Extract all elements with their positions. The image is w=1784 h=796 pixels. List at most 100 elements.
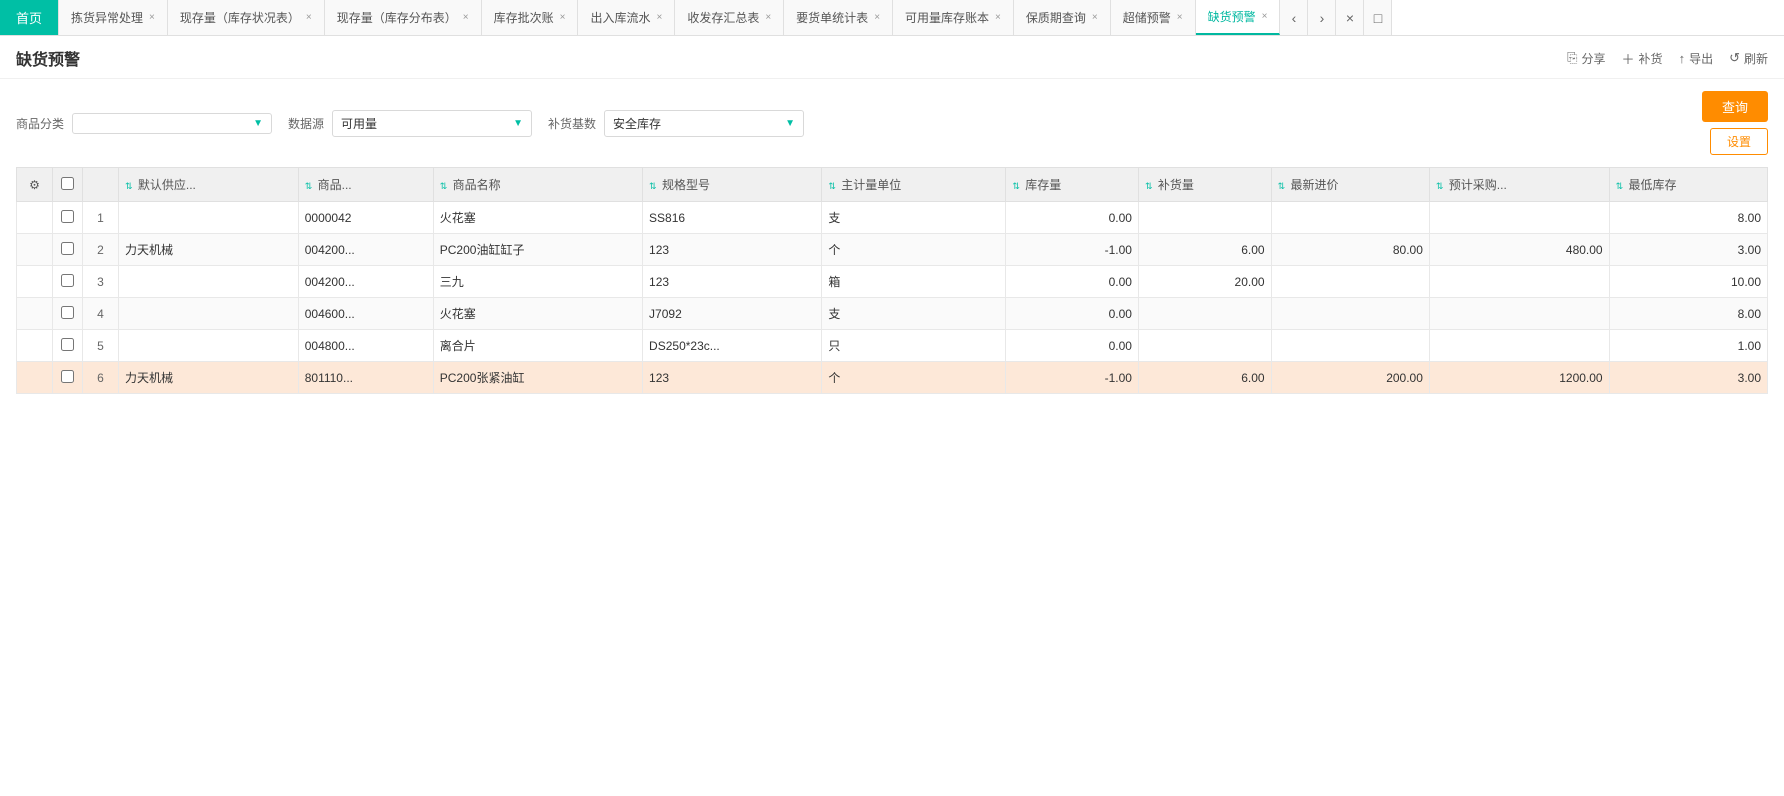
col-item-name[interactable]: ⇅ 商品名称 xyxy=(433,168,642,202)
tab-home[interactable]: 首页 xyxy=(0,0,59,35)
tab-inventory-dist-close[interactable]: × xyxy=(463,12,469,23)
row-checkbox-cell[interactable] xyxy=(53,266,83,298)
row-checkbox[interactable] xyxy=(61,306,74,319)
row-est-purchase xyxy=(1429,202,1609,234)
row-item-name: 三九 xyxy=(433,266,642,298)
tab-overstock-close[interactable]: × xyxy=(1177,12,1183,23)
row-item-code: 004600... xyxy=(298,298,433,330)
row-est-purchase: 1200.00 xyxy=(1429,362,1609,394)
settings-button[interactable]: 设置 xyxy=(1710,128,1768,155)
sort-icon-name: ⇅ xyxy=(440,181,448,191)
col-spec[interactable]: ⇅ 规格型号 xyxy=(643,168,822,202)
tab-inventory-dist[interactable]: 现存量（库存分布表） × xyxy=(325,0,482,35)
tab-inventory-status-close[interactable]: × xyxy=(306,12,312,23)
tab-inout-flow-close[interactable]: × xyxy=(656,12,662,23)
row-replenish-qty xyxy=(1138,330,1271,362)
tab-exception[interactable]: 拣货异常处理 × xyxy=(59,0,168,35)
row-checkbox[interactable] xyxy=(61,338,74,351)
datasource-field: 数据源 可用量 ▼ xyxy=(288,110,532,137)
tab-demand-stats[interactable]: 要货单统计表 × xyxy=(784,0,893,35)
row-est-purchase xyxy=(1429,330,1609,362)
replenish-base-dropdown-icon: ▼ xyxy=(785,118,795,129)
tab-exception-close[interactable]: × xyxy=(149,12,155,23)
tab-scroll-right[interactable]: › xyxy=(1308,0,1336,35)
row-checkbox[interactable] xyxy=(61,274,74,287)
row-item-name: PC200油缸缸子 xyxy=(433,234,642,266)
sort-icon-price: ⇅ xyxy=(1278,181,1286,191)
row-replenish-qty: 6.00 xyxy=(1138,362,1271,394)
row-unit: 箱 xyxy=(822,266,1006,298)
tab-inout-flow-label: 出入库流水 xyxy=(590,9,650,26)
row-checkbox-cell[interactable] xyxy=(53,362,83,394)
export-label: 导出 xyxy=(1689,50,1713,67)
datasource-select[interactable]: 可用量 ▼ xyxy=(332,110,532,137)
col-stock-qty[interactable]: ⇅ 库存量 xyxy=(1006,168,1139,202)
table-row: 2 力天机械 004200... PC200油缸缸子 123 个 -1.00 6… xyxy=(17,234,1768,266)
col-min-stock[interactable]: ⇅ 最低库存 xyxy=(1609,168,1767,202)
row-checkbox[interactable] xyxy=(61,210,74,223)
tab-overstock[interactable]: 超储预警 × xyxy=(1111,0,1196,35)
tab-available-ledger-close[interactable]: × xyxy=(995,12,1001,23)
replenish-base-select-value: 安全库存 xyxy=(613,115,661,132)
query-button[interactable]: 查询 xyxy=(1702,91,1768,122)
export-action[interactable]: ↑ 导出 xyxy=(1679,50,1714,67)
sort-icon-unit: ⇅ xyxy=(828,181,836,191)
col-replenish-qty[interactable]: ⇅ 补货量 xyxy=(1138,168,1271,202)
tab-expiry-query-close[interactable]: × xyxy=(1092,12,1098,23)
col-checkbox-header[interactable] xyxy=(53,168,83,202)
tab-scroll-left[interactable]: ‹ xyxy=(1280,0,1308,35)
replenish-label: 补货 xyxy=(1639,50,1663,67)
row-min-stock: 8.00 xyxy=(1609,298,1767,330)
window-maximize[interactable]: □ xyxy=(1364,0,1392,35)
replenish-action[interactable]: ＋ 补货 xyxy=(1622,49,1663,68)
col-settings[interactable]: ⚙ xyxy=(17,168,53,202)
row-item-code: 004200... xyxy=(298,234,433,266)
tab-available-ledger[interactable]: 可用量库存账本 × xyxy=(893,0,1014,35)
replenish-base-label: 补货基数 xyxy=(548,115,596,132)
row-checkbox-cell[interactable] xyxy=(53,298,83,330)
tab-receive-summary-label: 收发存汇总表 xyxy=(687,9,759,26)
tab-shortage[interactable]: 缺货预警 × xyxy=(1196,0,1281,35)
row-settings-cell xyxy=(17,266,53,298)
tab-inout-flow[interactable]: 出入库流水 × xyxy=(578,0,675,35)
tab-batch-account-close[interactable]: × xyxy=(560,12,566,23)
row-checkbox[interactable] xyxy=(61,370,74,383)
col-rownum xyxy=(83,168,119,202)
category-select[interactable]: ▼ xyxy=(72,113,272,134)
col-unit[interactable]: ⇅ 主计量单位 xyxy=(822,168,1006,202)
row-min-stock: 1.00 xyxy=(1609,330,1767,362)
datasource-dropdown-icon: ▼ xyxy=(513,118,523,129)
tab-inventory-status[interactable]: 现存量（库存状况表） × xyxy=(168,0,325,35)
tab-demand-stats-close[interactable]: × xyxy=(874,12,880,23)
row-est-purchase xyxy=(1429,298,1609,330)
share-action[interactable]: ⎘ 分享 xyxy=(1567,50,1605,67)
tab-receive-summary-close[interactable]: × xyxy=(765,12,771,23)
tab-batch-account[interactable]: 库存批次账 × xyxy=(482,0,579,35)
row-checkbox[interactable] xyxy=(61,242,74,255)
row-checkbox-cell[interactable] xyxy=(53,330,83,362)
replenish-base-select[interactable]: 安全库存 ▼ xyxy=(604,110,804,137)
row-number: 2 xyxy=(83,234,119,266)
tab-shortage-label: 缺货预警 xyxy=(1208,8,1256,25)
window-close[interactable]: × xyxy=(1336,0,1364,35)
col-default-supplier[interactable]: ⇅ 默认供应... xyxy=(119,168,299,202)
row-spec: DS250*23c... xyxy=(643,330,822,362)
row-unit: 个 xyxy=(822,234,1006,266)
col-item-code[interactable]: ⇅ 商品... xyxy=(298,168,433,202)
col-est-purchase[interactable]: ⇅ 预计采购... xyxy=(1429,168,1609,202)
row-min-stock: 3.00 xyxy=(1609,234,1767,266)
row-number: 5 xyxy=(83,330,119,362)
row-item-code: 004200... xyxy=(298,266,433,298)
tab-receive-summary[interactable]: 收发存汇总表 × xyxy=(675,0,784,35)
refresh-action[interactable]: ↺ 刷新 xyxy=(1729,50,1768,67)
tab-shortage-close[interactable]: × xyxy=(1262,11,1268,22)
row-checkbox-cell[interactable] xyxy=(53,234,83,266)
select-all-checkbox[interactable] xyxy=(61,177,74,190)
row-latest-price: 200.00 xyxy=(1271,362,1429,394)
tab-available-ledger-label: 可用量库存账本 xyxy=(905,9,989,26)
row-checkbox-cell[interactable] xyxy=(53,202,83,234)
col-latest-price[interactable]: ⇅ 最新进价 xyxy=(1271,168,1429,202)
tab-expiry-query-label: 保质期查询 xyxy=(1026,9,1086,26)
header-actions: ⎘ 分享 ＋ 补货 ↑ 导出 ↺ 刷新 xyxy=(1567,49,1768,68)
tab-expiry-query[interactable]: 保质期查询 × xyxy=(1014,0,1111,35)
